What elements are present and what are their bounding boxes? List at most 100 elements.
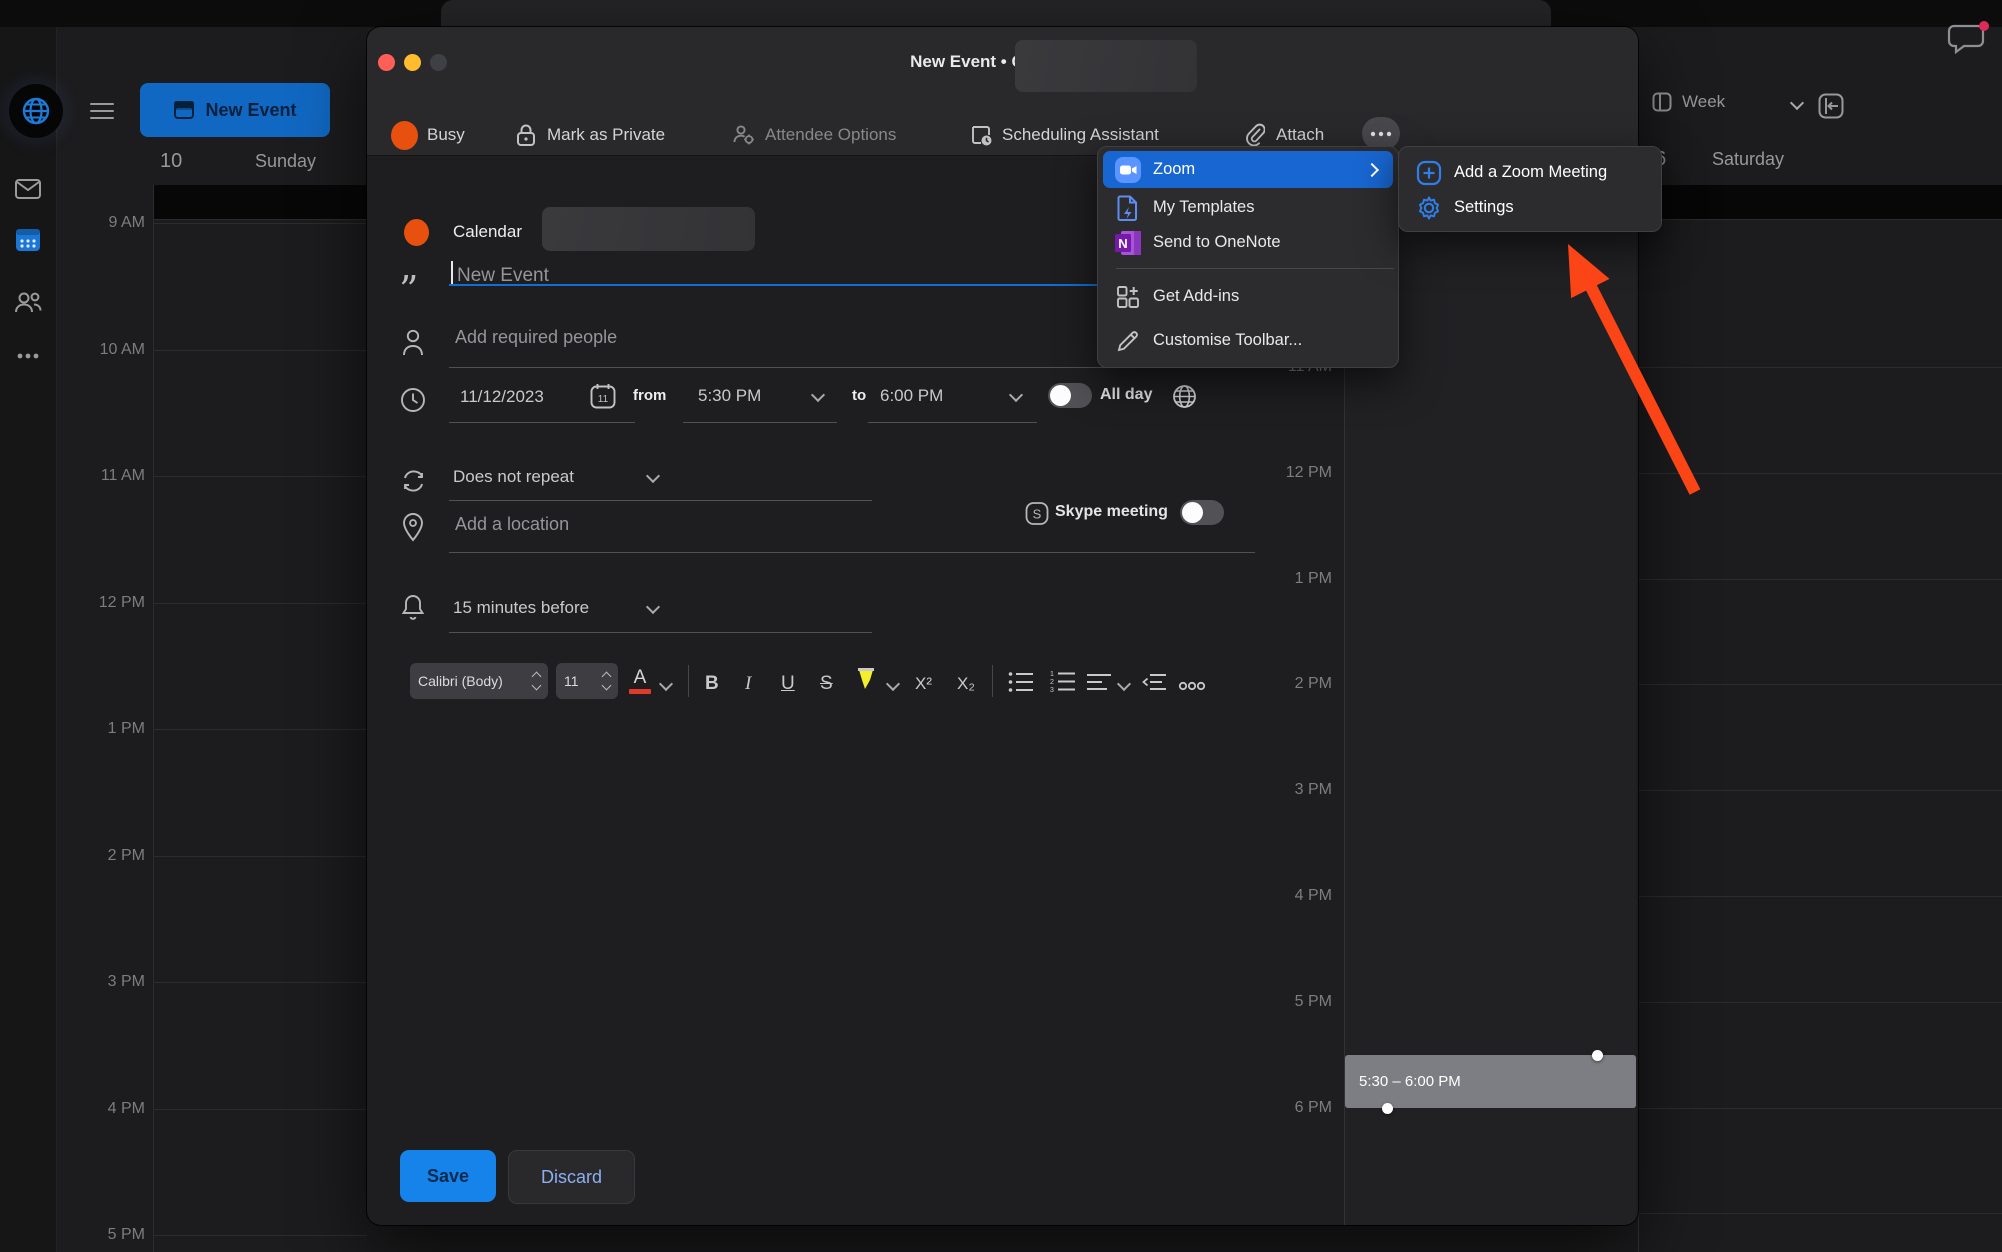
grid-hline <box>1639 1001 2002 1003</box>
skype-meeting-toggle[interactable] <box>1180 500 1224 525</box>
background-window-edge <box>441 0 1551 27</box>
required-people-input[interactable]: Add required people <box>455 327 617 348</box>
lock-icon <box>514 123 538 147</box>
mark-as-private-button[interactable]: Mark as Private <box>514 120 665 150</box>
hamburger-menu-icon[interactable] <box>90 98 114 124</box>
event-resize-handle-top[interactable] <box>1592 1050 1603 1061</box>
date-input[interactable]: 11/12/2023 <box>460 387 544 407</box>
more-formatting-button[interactable] <box>1178 678 1206 696</box>
submenu-chevron-icon <box>1364 162 1380 177</box>
calendar-field-label: Calendar <box>453 222 522 241</box>
svg-text:11: 11 <box>598 394 609 405</box>
busy-label: Busy <box>427 125 465 144</box>
week-chevron-down-icon[interactable] <box>1789 95 1805 111</box>
skype-meeting-label: Skype meeting <box>1055 503 1168 520</box>
people-module-icon[interactable] <box>14 288 42 316</box>
font-color-button[interactable]: A <box>629 668 651 694</box>
customise-icon <box>1115 328 1141 354</box>
align-chevron-icon[interactable] <box>1116 676 1132 692</box>
from-label: from <box>633 387 667 404</box>
repeat-icon <box>399 464 427 498</box>
templates-icon <box>1115 195 1141 221</box>
menu-item-my-templates[interactable]: My Templates <box>1103 189 1393 226</box>
grid-hline <box>1639 896 2002 897</box>
menu-item-customise-toolbar[interactable]: Customise Toolbar... <box>1103 322 1393 359</box>
menu-item-label: Customise Toolbar... <box>1153 331 1303 349</box>
time-label: 2 PM <box>107 846 145 864</box>
repeat-select[interactable]: Does not repeat <box>453 467 574 487</box>
skype-icon: S <box>1025 500 1049 532</box>
attendee-options-button[interactable]: Attendee Options <box>732 120 896 150</box>
grid-hline <box>154 349 367 351</box>
align-button[interactable] <box>1087 673 1111 696</box>
mail-icon[interactable] <box>14 175 42 203</box>
timezone-globe-icon[interactable] <box>1172 384 1197 414</box>
location-pin-icon <box>399 511 427 545</box>
end-time-chevron-icon[interactable] <box>1008 387 1024 403</box>
date-picker-icon[interactable]: 11 <box>590 383 616 415</box>
bold-button[interactable]: B <box>705 669 719 699</box>
bullet-list-button[interactable] <box>1008 671 1034 698</box>
start-time-underline <box>683 422 837 423</box>
more-options-menu: Zoom My Templates N Send to OneNote Get … <box>1097 146 1399 368</box>
highlight-button[interactable] <box>853 668 879 701</box>
font-size-value: 11 <box>564 673 579 689</box>
day-number-sunday[interactable]: 10 <box>160 150 182 173</box>
allday-toggle[interactable] <box>1048 383 1092 408</box>
day-name-sunday[interactable]: Sunday <box>255 151 316 172</box>
more-modules-icon[interactable] <box>14 342 42 370</box>
week-view-selector[interactable]: Week <box>1652 92 1725 112</box>
location-input[interactable]: Add a location <box>455 514 569 535</box>
collapse-panel-icon[interactable] <box>1818 93 1844 124</box>
strikethrough-button[interactable]: S <box>820 669 833 699</box>
font-color-chevron-icon[interactable] <box>658 676 674 692</box>
start-time-chevron-icon[interactable] <box>810 387 826 403</box>
pane-time-label: 12 PM <box>1285 463 1332 481</box>
start-time-input[interactable]: 5:30 PM <box>698 386 761 406</box>
time-label: 9 AM <box>108 214 145 231</box>
italic-button[interactable]: I <box>745 669 751 699</box>
app-sidebar <box>0 27 57 1252</box>
day-name-saturday[interactable]: Saturday <box>1712 149 1784 170</box>
save-button[interactable]: Save <box>400 1150 496 1202</box>
grid-hline <box>154 1108 367 1110</box>
superscript-button[interactable]: X² <box>915 669 932 699</box>
menu-item-send-to-onenote[interactable]: N Send to OneNote <box>1103 224 1393 261</box>
numbered-list-button[interactable]: 123 <box>1050 669 1076 699</box>
menu-item-get-addins[interactable]: Get Add-ins <box>1103 278 1393 315</box>
grid-hline <box>154 476 367 477</box>
repeat-chevron-icon[interactable] <box>645 468 661 484</box>
font-size-select[interactable]: 11 <box>556 663 618 699</box>
event-preview-block[interactable]: 5:30 – 6:00 PM <box>1345 1055 1636 1108</box>
font-family-value: Calibri (Body) <box>418 673 503 689</box>
underline-button[interactable]: U <box>781 669 795 699</box>
chat-bubble-icon[interactable] <box>1946 20 1990 55</box>
allday-band-left <box>154 185 367 220</box>
attendee-options-icon <box>732 123 756 147</box>
highlight-chevron-icon[interactable] <box>885 676 901 692</box>
pane-time-label: 5 PM <box>1294 992 1332 1010</box>
grid-hline <box>1639 578 2002 580</box>
submenu-item-add-zoom-meeting[interactable]: Add a Zoom Meeting <box>1404 154 1656 191</box>
busy-status-button[interactable]: Busy <box>391 120 465 150</box>
redacted-calendar-name[interactable] <box>542 207 755 251</box>
font-family-select[interactable]: Calibri (Body) <box>410 663 548 699</box>
indent-button[interactable] <box>1142 673 1166 696</box>
end-time-input[interactable]: 6:00 PM <box>880 386 943 406</box>
grid-hline <box>1639 1213 2002 1215</box>
scheduling-assistant-label: Scheduling Assistant <box>1002 125 1159 144</box>
week-view-icon <box>1652 92 1672 112</box>
menu-item-zoom[interactable]: Zoom <box>1103 151 1393 188</box>
calendar-module-icon[interactable] <box>14 226 42 254</box>
discard-button[interactable]: Discard <box>508 1150 635 1204</box>
stepper-arrows-icon <box>601 671 612 691</box>
reminder-chevron-icon[interactable] <box>645 599 661 615</box>
time-label: 1 PM <box>107 720 145 737</box>
app-logo-globe-icon[interactable] <box>9 84 63 138</box>
subscript-button[interactable]: X₂ <box>957 669 975 699</box>
location-underline <box>449 552 1255 553</box>
svg-text:N: N <box>1118 236 1127 251</box>
reminder-select[interactable]: 15 minutes before <box>453 598 589 618</box>
new-event-button[interactable]: New Event <box>140 83 330 137</box>
event-resize-handle-bottom[interactable] <box>1382 1103 1393 1114</box>
